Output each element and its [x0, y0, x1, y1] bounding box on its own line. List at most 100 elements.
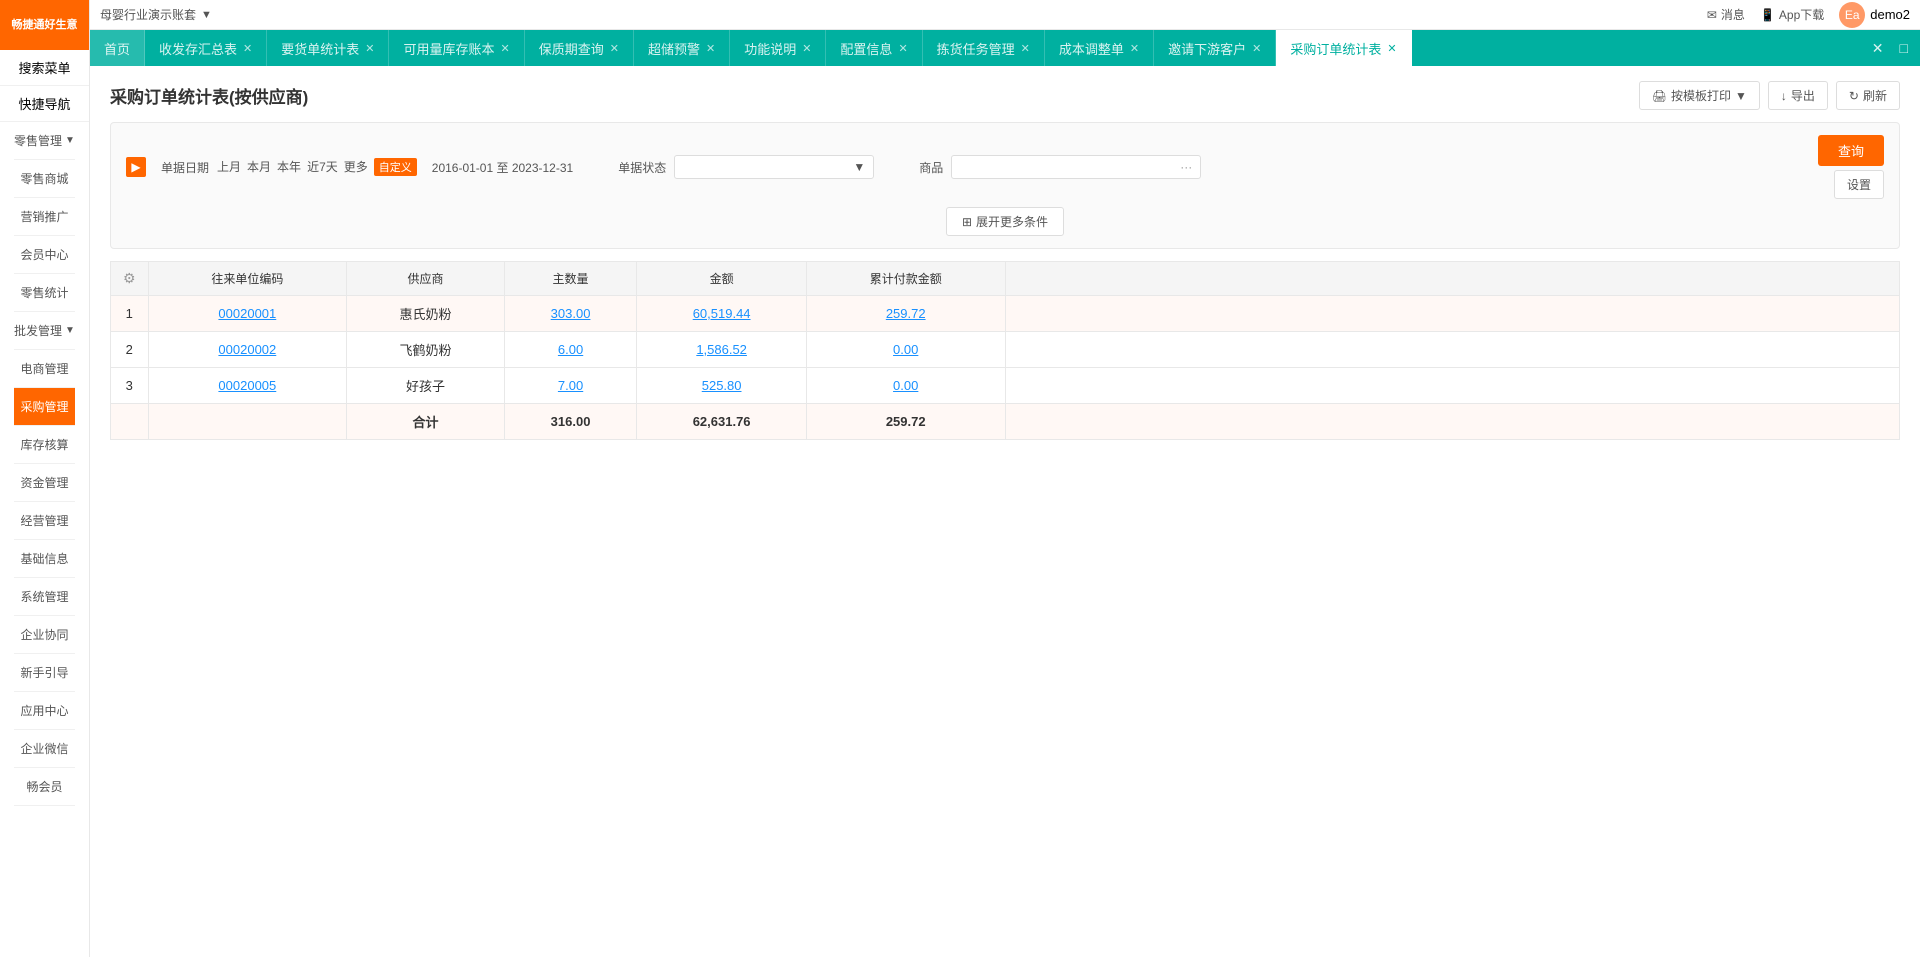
custom-badge[interactable]: 自定义	[374, 158, 417, 176]
cell-unit-code[interactable]: 00020001	[148, 296, 347, 332]
filter-status-item: 单据状态 ▼	[618, 155, 874, 179]
sidebar-search-item[interactable]: 搜索菜单	[0, 50, 89, 86]
cell-main-qty[interactable]: 7.00	[504, 368, 637, 404]
shortcut-this-month[interactable]: 本月	[247, 158, 271, 176]
main-qty-link[interactable]: 303.00	[551, 306, 591, 321]
status-select[interactable]: ▼	[674, 155, 874, 179]
date-range-container: 2016-01-01 至 2023-12-31	[432, 159, 573, 176]
tab-close-icon[interactable]: ✕	[243, 42, 252, 55]
tab-close-icon[interactable]: ✕	[1130, 42, 1139, 55]
cell-main-qty[interactable]: 6.00	[504, 332, 637, 368]
tab-close-icon[interactable]: ✕	[706, 42, 715, 55]
sidebar-item-system[interactable]: 系统管理	[14, 578, 75, 616]
shortcut-more[interactable]: 更多	[344, 158, 368, 176]
unit-code-link[interactable]: 00020002	[218, 342, 276, 357]
shortcut-this-year[interactable]: 本年	[277, 158, 301, 176]
nav-tab-available-inventory[interactable]: 可用量库存账本✕	[389, 30, 524, 66]
cell-amount[interactable]: 1,586.52	[637, 332, 807, 368]
cell-unit-code[interactable]: 00020002	[148, 332, 347, 368]
tab-close-icon[interactable]: ✕	[1252, 42, 1261, 55]
settings-btn[interactable]: 设置	[1834, 170, 1884, 199]
tab-close-icon[interactable]: ✕	[802, 42, 811, 55]
message-label: 消息	[1721, 6, 1745, 23]
goods-input[interactable]: ···	[951, 155, 1201, 179]
sidebar-item-members[interactable]: 会员中心	[14, 236, 75, 274]
app-download-btn[interactable]: 📱 App下载	[1760, 6, 1824, 23]
tab-close-icon[interactable]: ✕	[1387, 42, 1396, 55]
cell-amount[interactable]: 525.80	[637, 368, 807, 404]
sidebar-item-retail-stats[interactable]: 零售统计	[14, 274, 75, 312]
sidebar-item-enterprise[interactable]: 企业协同	[14, 616, 75, 654]
table-row: 2 00020002 飞鹤奶粉 6.00 1,586.52 0.00	[111, 332, 1900, 368]
amount-link[interactable]: 525.80	[702, 378, 742, 393]
cell-paid-amount[interactable]: 0.00	[806, 368, 1005, 404]
tab-close-icon[interactable]: ✕	[610, 42, 619, 55]
cell-unit-code[interactable]: 00020005	[148, 368, 347, 404]
message-btn[interactable]: ✉ 消息	[1707, 6, 1745, 23]
nav-tab-overstock-warning[interactable]: 超储预警✕	[634, 30, 730, 66]
cell-supplier: 好孩子	[347, 368, 505, 404]
sidebar-item-basic-info[interactable]: 基础信息	[14, 540, 75, 578]
sidebar-item-marketing[interactable]: 营销推广	[14, 198, 75, 236]
nav-tab-home[interactable]: 首页	[90, 30, 145, 66]
cell-amount[interactable]: 60,519.44	[637, 296, 807, 332]
refresh-btn[interactable]: ↻ 刷新	[1836, 81, 1900, 110]
tab-close-icon[interactable]: ✕	[501, 42, 510, 55]
company-dropdown-icon[interactable]: ▼	[201, 9, 212, 21]
nav-tab-purchase-stats[interactable]: 采购订单统计表✕	[1276, 30, 1411, 66]
footer-extra	[1005, 404, 1900, 440]
cell-no: 1	[111, 296, 149, 332]
nav-tab-order-summary[interactable]: 要货单统计表✕	[267, 30, 389, 66]
sidebar-item-finance[interactable]: 资金管理	[14, 464, 75, 502]
unit-code-link[interactable]: 00020005	[218, 378, 276, 393]
sidebar-item-purchase[interactable]: 采购管理	[14, 388, 75, 426]
sidebar-item-app-center[interactable]: 应用中心	[14, 692, 75, 730]
maximize-btn[interactable]: □	[1896, 36, 1912, 60]
print-btn[interactable]: 🖨 按模板打印 ▼	[1639, 81, 1760, 110]
filter-collapse-btn[interactable]: ▶	[126, 157, 146, 177]
sidebar-item-operations[interactable]: 经营管理	[14, 502, 75, 540]
print-dropdown-icon[interactable]: ▼	[1735, 89, 1747, 103]
amount-link[interactable]: 1,586.52	[696, 342, 747, 357]
shortcut-last-month[interactable]: 上月	[217, 158, 241, 176]
nav-tab-invite-downstream[interactable]: 邀请下游客户✕	[1154, 30, 1276, 66]
nav-tab-config-info[interactable]: 配置信息✕	[826, 30, 922, 66]
cell-paid-amount[interactable]: 259.72	[806, 296, 1005, 332]
user-menu[interactable]: Ea demo2	[1839, 2, 1910, 28]
paid-link[interactable]: 0.00	[893, 342, 918, 357]
main-qty-link[interactable]: 7.00	[558, 378, 583, 393]
nav-tab-cost-adjust[interactable]: 成本调整单✕	[1045, 30, 1154, 66]
column-settings-icon[interactable]: ⚙	[123, 270, 136, 286]
nav-tab-expiry-query[interactable]: 保质期查询✕	[525, 30, 634, 66]
tab-close-icon[interactable]: ✕	[898, 42, 907, 55]
shortcut-7days[interactable]: 近7天	[307, 158, 338, 176]
expand-more-btn[interactable]: ⊞ 展开更多条件	[946, 207, 1064, 236]
query-btn[interactable]: 查询	[1818, 135, 1884, 166]
paid-link[interactable]: 0.00	[893, 378, 918, 393]
nav-tab-receive-summary[interactable]: 收发存汇总表✕	[145, 30, 267, 66]
main-qty-link[interactable]: 6.00	[558, 342, 583, 357]
sidebar-item-inventory[interactable]: 库存核算	[14, 426, 75, 464]
sidebar-item-wholesale[interactable]: 批发管理▼	[14, 312, 75, 350]
sidebar-item-wechat[interactable]: 企业微信	[14, 730, 75, 768]
sidebar-item-guide[interactable]: 新手引导	[14, 654, 75, 692]
sidebar-item-ecommerce[interactable]: 电商管理	[14, 350, 75, 388]
export-btn[interactable]: ↓ 导出	[1768, 81, 1828, 110]
goods-dots[interactable]: ···	[1180, 160, 1192, 174]
nav-tab-function-desc[interactable]: 功能说明✕	[730, 30, 826, 66]
amount-link[interactable]: 60,519.44	[693, 306, 751, 321]
tab-close-icon[interactable]: ✕	[365, 42, 374, 55]
unit-code-link[interactable]: 00020001	[218, 306, 276, 321]
close-all-tabs-btn[interactable]: ✕	[1868, 36, 1888, 61]
footer-paid-amount: 259.72	[806, 404, 1005, 440]
sidebar-item-retail-shop[interactable]: 零售商城	[14, 160, 75, 198]
tab-close-icon[interactable]: ✕	[1021, 42, 1030, 55]
cell-main-qty[interactable]: 303.00	[504, 296, 637, 332]
sidebar-quick-nav[interactable]: 快捷导航	[0, 86, 89, 122]
cell-no: 3	[111, 368, 149, 404]
nav-tab-picking-task[interactable]: 拣货任务管理✕	[923, 30, 1045, 66]
paid-link[interactable]: 259.72	[886, 306, 926, 321]
sidebar-item-vip[interactable]: 畅会员	[14, 768, 75, 806]
sidebar-item-retail-management[interactable]: 零售管理▼	[14, 122, 75, 160]
cell-paid-amount[interactable]: 0.00	[806, 332, 1005, 368]
